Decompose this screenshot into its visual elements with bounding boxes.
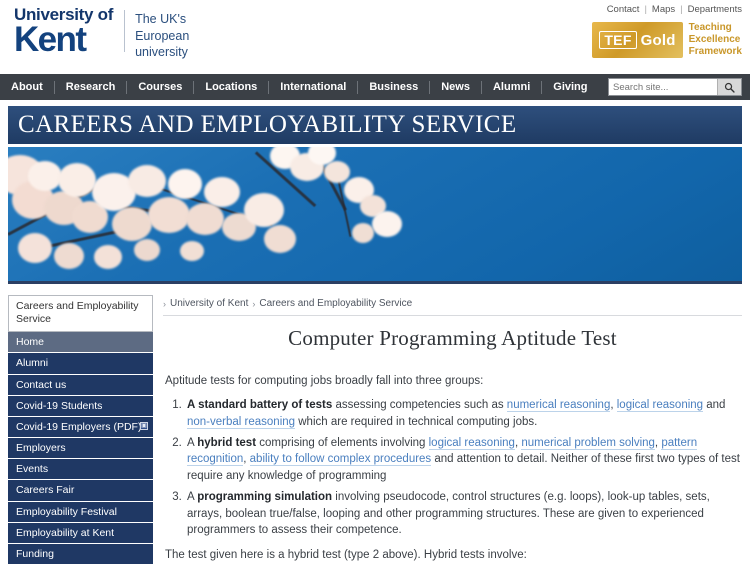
item1-text-2: , xyxy=(610,399,617,412)
tagline-line-1: The UK's xyxy=(135,12,187,26)
item2-text-1: comprising of elements involving xyxy=(256,436,429,449)
item1-text-1: assessing competencies such as xyxy=(332,399,507,412)
sidebar-item-funding[interactable]: Funding xyxy=(8,543,153,564)
tagline-line-3: university xyxy=(135,45,188,60)
utility-separator: | xyxy=(680,4,683,15)
nav-item-locations[interactable]: Locations xyxy=(194,74,268,100)
logo-wordmark: University of Kent xyxy=(14,6,113,57)
hero-image-cherry-blossom xyxy=(8,147,742,284)
sidebar-item-covid-19-students[interactable]: Covid-19 Students xyxy=(8,395,153,417)
pdf-document-icon: ▣ xyxy=(140,421,148,430)
sidebar-item-employability-festival[interactable]: Employability Festival xyxy=(8,501,153,523)
nav-item-business[interactable]: Business xyxy=(358,74,429,100)
item3-lead: A xyxy=(187,491,198,504)
utility-link-maps[interactable]: Maps xyxy=(652,4,675,15)
sidebar-item-employability-at-kent[interactable]: Employability at Kent xyxy=(8,522,153,544)
logo-divider xyxy=(124,10,126,52)
item2-lead: A xyxy=(187,436,198,449)
breadcrumb-divider xyxy=(163,315,742,316)
breadcrumb-item-university-of-kent[interactable]: University of Kent xyxy=(170,298,248,309)
tef-label: TEF xyxy=(599,31,637,49)
sidebar-item-home[interactable]: Home xyxy=(8,332,153,354)
breadcrumb-item-careers-service[interactable]: Careers and Employability Service xyxy=(259,298,412,309)
sidebar-item-label: Covid-19 Employers (PDF) xyxy=(16,420,142,433)
sidebar-navigation: Careers and Employability Service Home A… xyxy=(8,295,153,564)
sidebar-header: Careers and Employability Service xyxy=(8,295,153,333)
main-nav-items: About Research Courses Locations Interna… xyxy=(0,74,599,100)
site-search xyxy=(608,78,742,96)
item1-text-3: and xyxy=(703,399,726,412)
tef-word-framework: Framework xyxy=(688,45,742,57)
search-input[interactable] xyxy=(609,79,717,95)
tagline-line-2: European xyxy=(135,28,190,43)
link-logical-reasoning[interactable]: logical reasoning xyxy=(616,399,704,413)
nav-item-courses[interactable]: Courses xyxy=(127,74,193,100)
page-root: Contact | Maps | Departments University … xyxy=(0,0,750,564)
link-numerical-problem-solving[interactable]: numerical problem solving xyxy=(521,436,655,450)
logo-line-kent: Kent xyxy=(14,20,87,59)
nav-item-about[interactable]: About xyxy=(0,74,54,100)
main-content: Computer Programming Aptitude Test Aptit… xyxy=(163,320,742,563)
service-title: CAREERS AND EMPLOYABILITY SERVICE xyxy=(18,111,517,138)
utility-links: Contact | Maps | Departments xyxy=(607,4,742,15)
university-logo[interactable]: University of Kent The UK's European uni… xyxy=(14,6,189,61)
sidebar-item-careers-fair[interactable]: Careers Fair xyxy=(8,480,153,502)
tef-badge-inner: TEF Gold xyxy=(594,30,680,50)
sidebar-item-events[interactable]: Events xyxy=(8,459,153,481)
item3-bold-lead: programming simulation xyxy=(197,491,333,504)
intro-paragraph: Aptitude tests for computing jobs broadl… xyxy=(165,375,484,387)
logo-tagline: The UK's European university xyxy=(135,11,189,61)
tef-word-excellence: Excellence xyxy=(688,34,741,46)
list-item-programming-simulation: A programming simulation involving pseud… xyxy=(185,489,742,538)
tef-badge-box: TEF Gold xyxy=(592,22,683,58)
link-ability-to-follow-complex-procedures[interactable]: ability to follow complex procedures xyxy=(249,453,432,467)
search-icon[interactable] xyxy=(717,79,741,95)
utility-link-contact[interactable]: Contact xyxy=(607,4,640,15)
item2-text-4: , xyxy=(243,453,250,466)
nav-item-international[interactable]: International xyxy=(269,74,357,100)
link-numerical-reasoning[interactable]: numerical reasoning xyxy=(506,399,611,413)
service-title-banner: CAREERS AND EMPLOYABILITY SERVICE xyxy=(8,106,742,144)
nav-item-giving[interactable]: Giving xyxy=(542,74,598,100)
tef-gold-label: Gold xyxy=(640,31,676,49)
chevron-right-icon: › xyxy=(163,298,166,309)
item2-bold-lead: hybrid test xyxy=(197,436,257,449)
list-item-hybrid-test: A hybrid test comprising of elements inv… xyxy=(185,435,742,484)
closing-paragraph: The test given here is a hybrid test (ty… xyxy=(165,548,527,561)
test-groups-list: A standard battery of tests assessing co… xyxy=(163,397,742,539)
sidebar-item-alumni[interactable]: Alumni xyxy=(8,353,153,375)
sidebar-item-employers[interactable]: Employers xyxy=(8,438,153,460)
nav-item-research[interactable]: Research xyxy=(55,74,127,100)
utility-separator: | xyxy=(644,4,647,15)
nav-item-alumni[interactable]: Alumni xyxy=(482,74,541,100)
page-title: Computer Programming Aptitude Test xyxy=(288,326,617,350)
item1-bold-lead: A standard battery of tests xyxy=(187,399,333,412)
tef-word-teaching: Teaching xyxy=(688,22,732,34)
main-navigation: About Research Courses Locations Interna… xyxy=(0,74,750,100)
sidebar-item-covid-19-employers-pdf[interactable]: Covid-19 Employers (PDF) ▣ xyxy=(8,416,153,439)
link-logical-reasoning-2[interactable]: logical reasoning xyxy=(428,436,515,450)
nav-item-news[interactable]: News xyxy=(430,74,481,100)
utility-link-departments[interactable]: Departments xyxy=(688,4,742,15)
breadcrumb: › University of Kent › Careers and Emplo… xyxy=(163,298,412,309)
tef-framework-text: Teaching Excellence Framework xyxy=(689,22,742,57)
tef-gold-badge: TEF Gold Teaching Excellence Framework xyxy=(592,22,742,58)
chevron-right-icon: › xyxy=(252,298,256,309)
item1-text-4: which are required in technical computin… xyxy=(295,415,538,428)
sidebar-item-contact-us[interactable]: Contact us xyxy=(8,374,153,396)
link-non-verbal-reasoning[interactable]: non-verbal reasoning xyxy=(187,415,296,429)
list-item-standard-battery: A standard battery of tests assessing co… xyxy=(185,397,742,430)
